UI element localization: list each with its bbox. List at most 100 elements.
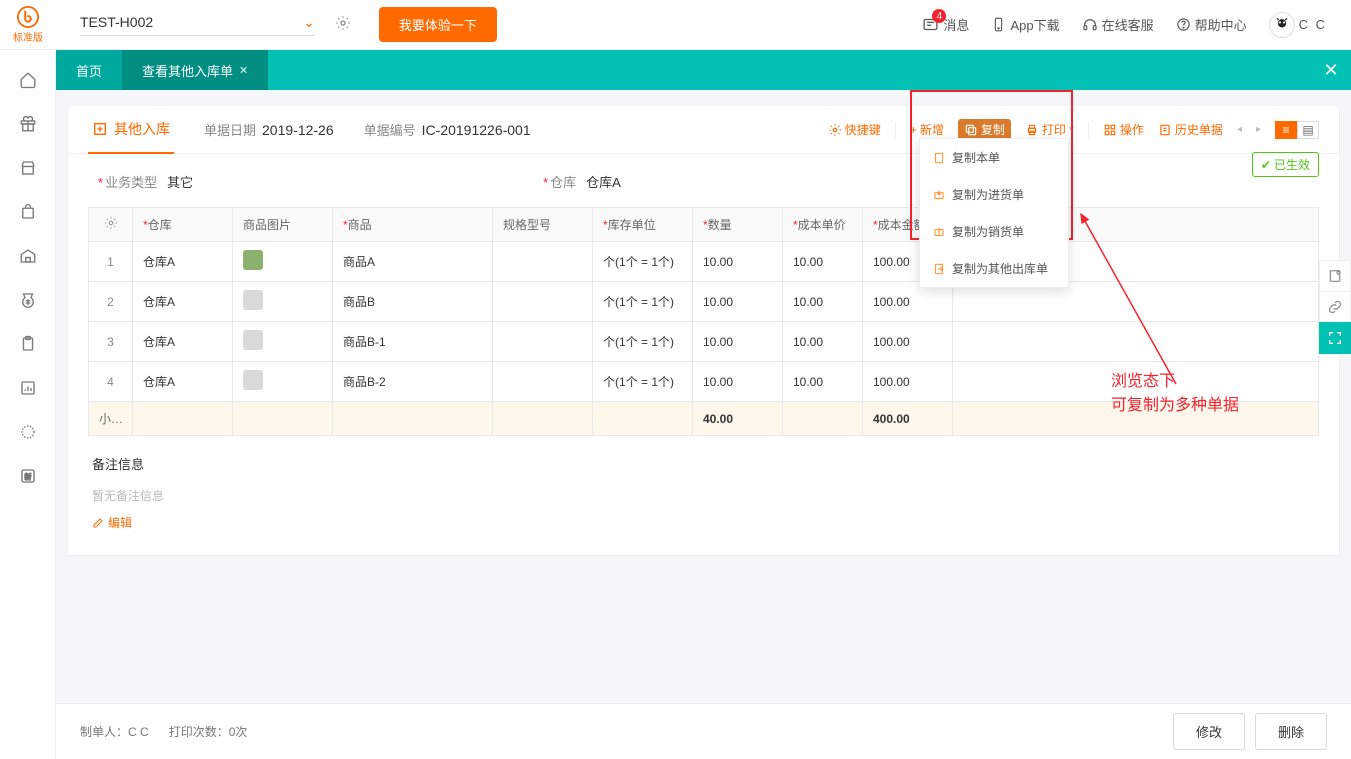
dropdown-copy-other-out[interactable]: 复制为其他出库单 — [920, 250, 1068, 287]
biz-type-label: 业务类型 — [105, 175, 157, 190]
warehouse-value: 仓库A — [586, 175, 621, 190]
chevron-left-icon[interactable]: ◂ — [1237, 124, 1242, 135]
help-center-button[interactable]: 帮助中心 — [1176, 15, 1247, 34]
nav-warehouse-icon[interactable] — [18, 246, 38, 266]
print-count-info: 打印次数：0次 — [169, 723, 248, 740]
doc-icon — [932, 151, 946, 165]
delete-button[interactable]: 删除 — [1255, 713, 1327, 750]
note-tool-button[interactable] — [1319, 260, 1351, 292]
cell-warehouse: 仓库A — [133, 242, 233, 282]
warehouse-field: *仓库仓库A — [543, 172, 621, 191]
nav-bag-icon[interactable] — [18, 202, 38, 222]
org-selector[interactable]: TEST-H002 ⌄ — [80, 14, 315, 36]
dropdown-copy-sales[interactable]: 复制为销货单 — [920, 213, 1068, 250]
nav-home-icon[interactable] — [18, 70, 38, 90]
cell-product: 商品B-2 — [333, 362, 493, 402]
table-row[interactable]: 4仓库A商品B-2个(1个 = 1个)10.0010.00100.00 — [89, 362, 1319, 402]
dropdown-copy-this-label: 复制本单 — [952, 149, 1000, 166]
svg-text:新: 新 — [24, 472, 31, 481]
subtotal-label: 小计 — [89, 402, 133, 436]
nav-report-icon[interactable] — [18, 378, 38, 398]
cell-unit: 个(1个 = 1个) — [593, 362, 693, 402]
view-grid-button[interactable]: ▤ — [1297, 121, 1319, 139]
col-warehouse: *仓库 — [133, 208, 233, 242]
col-qty: *数量 — [693, 208, 783, 242]
cell-product: 商品B-1 — [333, 322, 493, 362]
nav-money-icon[interactable] — [18, 290, 38, 310]
nav-sync-icon[interactable] — [18, 422, 38, 442]
view-list-button[interactable]: ≡ — [1275, 121, 1297, 139]
settings-icon[interactable] — [335, 15, 351, 34]
info-row: *业务类型其它 *仓库仓库A ✔已生效 — [68, 154, 1339, 197]
col-product: *商品 — [333, 208, 493, 242]
cart-out-icon — [932, 225, 946, 239]
dropdown-copy-sales-label: 复制为销货单 — [952, 223, 1024, 240]
expand-icon — [1327, 330, 1343, 346]
doc-title-tab[interactable]: 其他入库 — [88, 106, 174, 154]
nav-new-icon[interactable]: 新 — [18, 466, 38, 486]
messages-button[interactable]: 消息 4 — [922, 15, 969, 34]
doc-date-label: 单据日期 — [204, 123, 256, 138]
copy-icon — [964, 123, 978, 137]
logo[interactable]: 标准版 — [0, 6, 56, 44]
doc-no-value: IC-20191226-001 — [422, 122, 531, 138]
add-label: 新增 — [920, 121, 944, 138]
user-menu[interactable]: C C — [1269, 12, 1327, 38]
app-download-button[interactable]: App下载 — [991, 15, 1059, 34]
nav-clipboard-icon[interactable] — [18, 334, 38, 354]
remarks-title: 备注信息 — [92, 454, 1315, 473]
cell-warehouse: 仓库A — [133, 362, 233, 402]
cell-image — [233, 362, 333, 402]
cell-product: 商品B — [333, 282, 493, 322]
remarks-edit-button[interactable]: 编辑 — [92, 514, 1315, 531]
dropdown-copy-purchase[interactable]: 复制为进货单 — [920, 176, 1068, 213]
add-button[interactable]: +新增 — [910, 121, 944, 138]
close-icon[interactable]: ✕ — [239, 64, 248, 77]
tab-bar-close-button[interactable]: ✕ — [1311, 60, 1351, 81]
creator-info: 制单人：C C — [80, 723, 149, 740]
tab-home-label: 首页 — [76, 61, 102, 80]
table-row[interactable]: 2仓库A商品B个(1个 = 1个)10.0010.00100.00 — [89, 282, 1319, 322]
expand-tool-button[interactable] — [1319, 322, 1351, 354]
doc-title: 其他入库 — [114, 119, 170, 139]
view-toggle: ≡ ▤ — [1275, 121, 1319, 139]
table-row[interactable]: 3仓库A商品B-1个(1个 = 1个)10.0010.00100.00 — [89, 322, 1319, 362]
cell-amount: 100.00 — [863, 322, 953, 362]
copy-button[interactable]: 复制 — [958, 119, 1011, 140]
dropdown-copy-this[interactable]: 复制本单 — [920, 139, 1068, 176]
product-image-icon — [243, 290, 263, 310]
cell-price: 10.00 — [783, 362, 863, 402]
nav-gift-icon[interactable] — [18, 114, 38, 134]
chevron-down-icon: ⌄ — [303, 14, 315, 31]
card-header: 其他入库 单据日期2019-12-26 单据编号IC-20191226-001 … — [68, 106, 1339, 154]
nav-store-icon[interactable] — [18, 158, 38, 178]
trial-button[interactable]: 我要体验一下 — [379, 7, 497, 42]
product-image-icon — [243, 370, 263, 390]
tab-home[interactable]: 首页 — [56, 50, 122, 90]
history-button[interactable]: 历史单据 — [1158, 121, 1223, 138]
modify-button[interactable]: 修改 — [1173, 713, 1245, 750]
print-button[interactable]: 打印▾ — [1025, 121, 1074, 138]
gear-icon — [828, 123, 842, 137]
gear-icon — [104, 216, 118, 230]
col-settings[interactable] — [89, 208, 133, 242]
messages-label: 消息 — [943, 15, 969, 34]
subtotal-row: 小计40.00400.00 — [89, 402, 1319, 436]
link-tool-button[interactable] — [1319, 291, 1351, 323]
table-row[interactable]: 1仓库A商品A个(1个 = 1个)10.0010.00100.00 — [89, 242, 1319, 282]
doc-date: 单据日期2019-12-26 — [204, 120, 334, 139]
shortcut-button[interactable]: 快捷键 — [828, 121, 881, 138]
cart-in-icon — [932, 188, 946, 202]
dropdown-copy-purchase-label: 复制为进货单 — [952, 186, 1024, 203]
cell-unit: 个(1个 = 1个) — [593, 282, 693, 322]
tab-active[interactable]: 查看其他入库单 ✕ — [122, 50, 268, 90]
operate-button[interactable]: 操作 — [1103, 121, 1144, 138]
online-service-button[interactable]: 在线客服 — [1082, 15, 1154, 34]
cell-idx: 2 — [89, 282, 133, 322]
online-service-label: 在线客服 — [1102, 15, 1154, 34]
document-card: 其他入库 单据日期2019-12-26 单据编号IC-20191226-001 … — [68, 106, 1339, 555]
edit-icon — [92, 517, 104, 529]
cell-qty: 10.00 — [693, 242, 783, 282]
username-label: C C — [1299, 17, 1327, 32]
chevron-right-icon[interactable]: ▸ — [1256, 124, 1261, 135]
